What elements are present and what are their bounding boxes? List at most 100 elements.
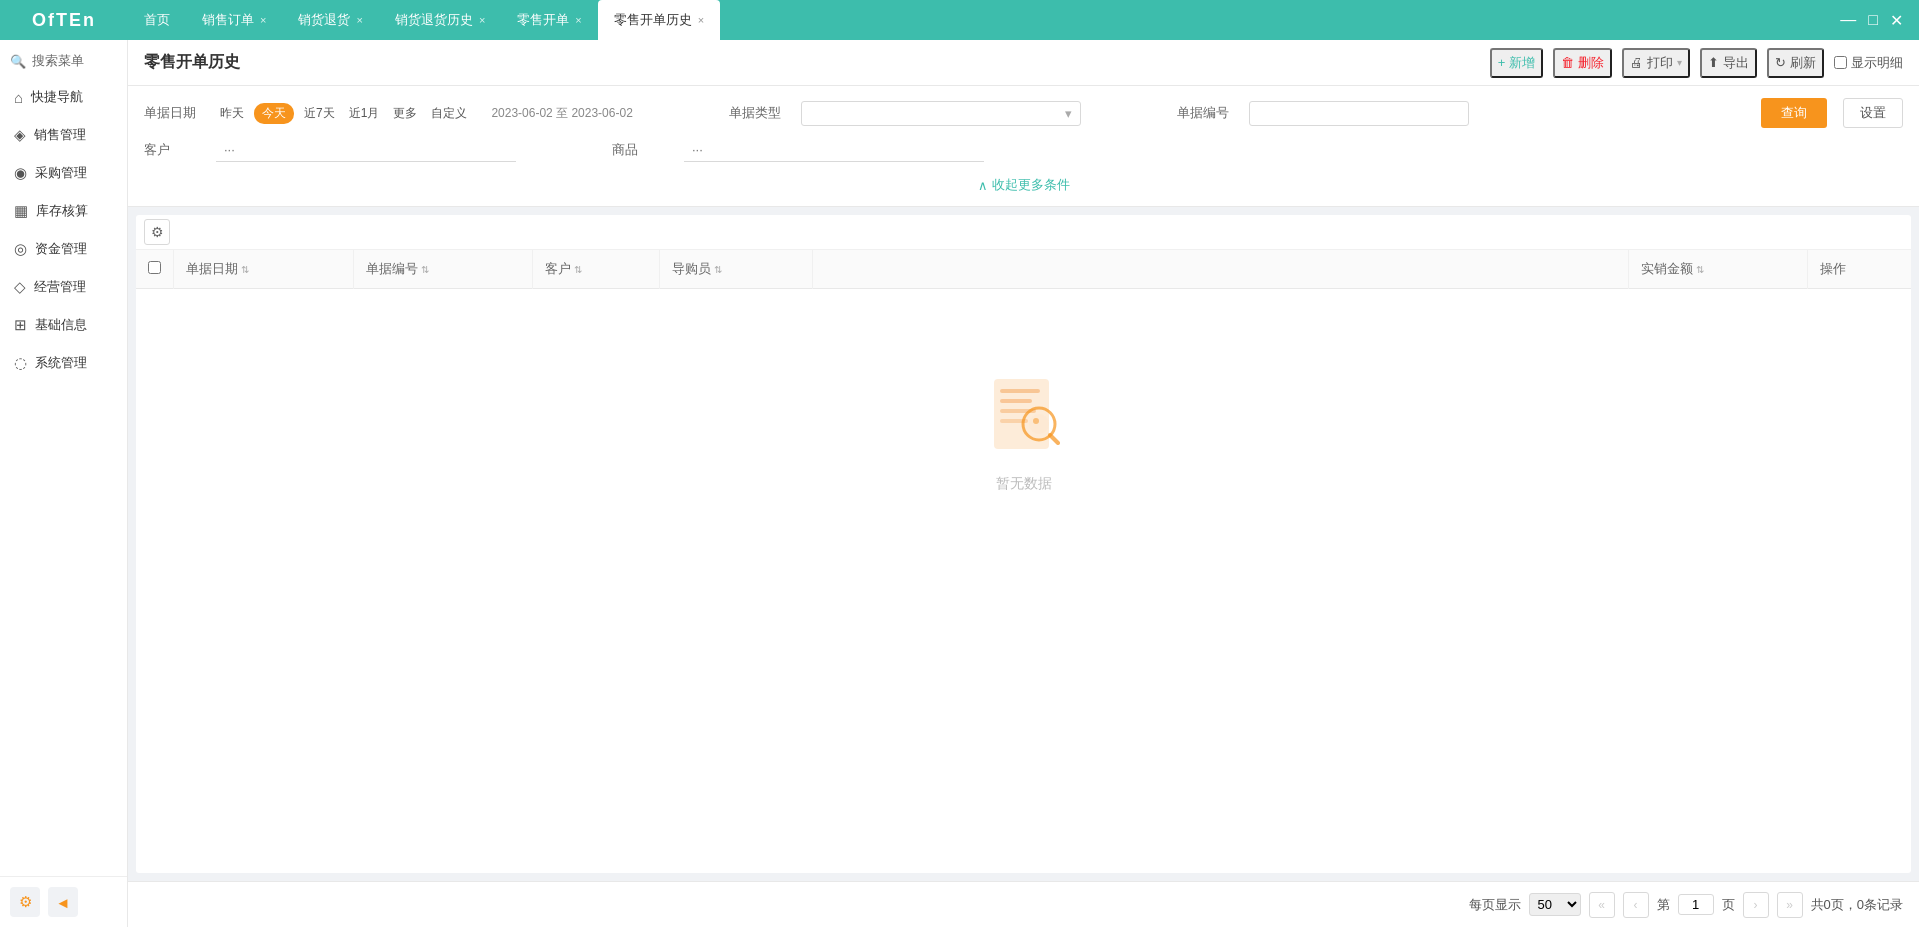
tab-sales-return-history[interactable]: 销货退货历史 × [379, 0, 501, 40]
prev-page-icon: ‹ [1634, 898, 1638, 912]
export-button[interactable]: ⬆ 导出 [1700, 48, 1757, 78]
maximize-icon[interactable]: □ [1868, 11, 1878, 29]
print-button-label: 打印 [1647, 54, 1673, 72]
add-button[interactable]: + 新增 [1490, 48, 1543, 78]
tab-retail-open-history[interactable]: 零售开单历史 × [598, 0, 720, 40]
sidebar-item-operations[interactable]: ◇ 经营管理 [0, 268, 127, 306]
delete-button[interactable]: 🗑 删除 [1553, 48, 1612, 78]
query-button[interactable]: 查询 [1761, 98, 1827, 128]
tab-sales-order[interactable]: 销售订单 × [186, 0, 282, 40]
sidebar: 🔍 搜索菜单 ⌂ 快捷导航 ◈ 销售管理 ◉ 采购管理 ▦ 库存核算 ◎ 资金管… [0, 40, 128, 927]
table-header: 单据日期 ⇅ 单据编号 ⇅ 客户 [136, 250, 1911, 289]
th-date: 单据日期 ⇅ [174, 250, 354, 289]
th-customer-sort-icon[interactable]: ⇅ [574, 264, 582, 275]
home-icon: ⌂ [14, 89, 23, 106]
sidebar-item-inventory-label: 库存核算 [36, 202, 88, 220]
collapse-sidebar-icon: ◄ [56, 894, 71, 911]
th-date-sort-icon[interactable]: ⇅ [241, 264, 249, 275]
filter-row-2: 客户 商品 [144, 138, 1903, 162]
date-btn-custom[interactable]: 自定义 [427, 103, 471, 124]
th-spacer [812, 250, 1628, 289]
tab-retail-open[interactable]: 零售开单 × [501, 0, 597, 40]
sidebar-item-inventory[interactable]: ▦ 库存核算 [0, 192, 127, 230]
page-header: 零售开单历史 + 新增 🗑 删除 🖨 打印 ▾ ⬆ 导出 [128, 40, 1919, 86]
sales-icon: ◈ [14, 126, 26, 144]
first-page-button[interactable]: « [1589, 892, 1615, 918]
collapse-sidebar-button[interactable]: ◄ [48, 887, 78, 917]
tab-home-label: 首页 [144, 11, 170, 29]
th-customer: 客户 ⇅ [533, 250, 660, 289]
tab-retail-open-history-close[interactable]: × [698, 14, 704, 26]
customer-input[interactable] [216, 138, 516, 162]
th-checkbox [136, 250, 174, 289]
doc-type-chevron-icon: ▾ [1065, 106, 1072, 121]
date-btn-more[interactable]: 更多 [389, 103, 421, 124]
th-no-label: 单据编号 [366, 260, 418, 278]
sidebar-bottom: ⚙ ◄ [0, 876, 127, 927]
doc-type-select[interactable]: ▾ [801, 101, 1081, 126]
sidebar-item-finance[interactable]: ◎ 资金管理 [0, 230, 127, 268]
th-amount-sort-icon[interactable]: ⇅ [1696, 264, 1704, 275]
sidebar-item-base-info[interactable]: ⊞ 基础信息 [0, 306, 127, 344]
tab-sales-return-history-close[interactable]: × [479, 14, 485, 26]
tab-sales-order-label: 销售订单 [202, 11, 254, 29]
last-page-button[interactable]: » [1777, 892, 1803, 918]
select-all-checkbox[interactable] [148, 261, 161, 274]
page-size-select[interactable]: 50 20 100 [1529, 893, 1581, 916]
th-guide: 导购员 ⇅ [659, 250, 812, 289]
sidebar-search[interactable]: 🔍 搜索菜单 [0, 40, 127, 78]
date-buttons: 昨天 今天 近7天 近1月 更多 自定义 [216, 103, 471, 124]
print-button[interactable]: 🖨 打印 ▾ [1622, 48, 1690, 78]
collapse-more-btn[interactable]: ∧ 收起更多条件 [144, 172, 1903, 198]
goods-input[interactable] [684, 138, 984, 162]
page-title: 零售开单历史 [144, 52, 240, 73]
data-table: 单据日期 ⇅ 单据编号 ⇅ 客户 [136, 250, 1911, 289]
tab-retail-open-close[interactable]: × [575, 14, 581, 26]
sidebar-item-quick-nav-label: 快捷导航 [31, 88, 83, 106]
tab-sales-return-close[interactable]: × [356, 14, 362, 26]
display-detail-toggle[interactable]: 显示明细 [1834, 54, 1903, 72]
first-page-icon: « [1598, 898, 1605, 912]
th-no-sort-icon[interactable]: ⇅ [421, 264, 429, 275]
current-page-input[interactable] [1678, 894, 1714, 915]
prev-page-button[interactable]: ‹ [1623, 892, 1649, 918]
date-btn-yesterday[interactable]: 昨天 [216, 103, 248, 124]
minimize-icon[interactable]: — [1840, 11, 1856, 29]
svg-point-8 [1033, 418, 1039, 424]
sidebar-item-system-mgmt[interactable]: ◌ 系统管理 [0, 344, 127, 382]
sidebar-item-quick-nav[interactable]: ⌂ 快捷导航 [0, 78, 127, 116]
settings-bottom-icon: ⚙ [19, 893, 32, 911]
finance-icon: ◎ [14, 240, 27, 258]
empty-illustration [974, 369, 1074, 459]
th-date-label: 单据日期 [186, 260, 238, 278]
sidebar-item-finance-label: 资金管理 [35, 240, 87, 258]
operations-icon: ◇ [14, 278, 26, 296]
tab-sales-return-history-label: 销货退货历史 [395, 11, 473, 29]
sidebar-item-base-info-label: 基础信息 [35, 316, 87, 334]
date-btn-1month[interactable]: 近1月 [345, 103, 384, 124]
th-guide-sort-icon[interactable]: ⇅ [714, 264, 722, 275]
print-chevron-icon: ▾ [1677, 57, 1682, 68]
tab-home[interactable]: 首页 [128, 0, 186, 40]
setting-button[interactable]: 设置 [1843, 98, 1903, 128]
doc-no-input[interactable] [1249, 101, 1469, 126]
search-icon: 🔍 [10, 54, 26, 69]
table-settings-button[interactable]: ⚙ [144, 219, 170, 245]
next-page-button[interactable]: › [1743, 892, 1769, 918]
refresh-button[interactable]: ↻ 刷新 [1767, 48, 1824, 78]
date-btn-today[interactable]: 今天 [254, 103, 294, 124]
tab-sales-return[interactable]: 销货退货 × [282, 0, 378, 40]
tab-bar-right-actions: — □ ✕ [1840, 11, 1919, 30]
sidebar-item-sales-mgmt[interactable]: ◈ 销售管理 [0, 116, 127, 154]
tab-sales-order-close[interactable]: × [260, 14, 266, 26]
collapse-more-label: 收起更多条件 [992, 176, 1070, 194]
settings-bottom-button[interactable]: ⚙ [10, 887, 40, 917]
table-gear-icon: ⚙ [151, 224, 164, 240]
sidebar-search-label: 搜索菜单 [32, 52, 84, 70]
page-suffix: 页 [1722, 896, 1735, 914]
content-area: 零售开单历史 + 新增 🗑 删除 🖨 打印 ▾ ⬆ 导出 [128, 40, 1919, 927]
window-close-icon[interactable]: ✕ [1890, 11, 1903, 30]
display-detail-checkbox[interactable] [1834, 56, 1847, 69]
date-btn-7days[interactable]: 近7天 [300, 103, 339, 124]
sidebar-item-purchase-mgmt[interactable]: ◉ 采购管理 [0, 154, 127, 192]
